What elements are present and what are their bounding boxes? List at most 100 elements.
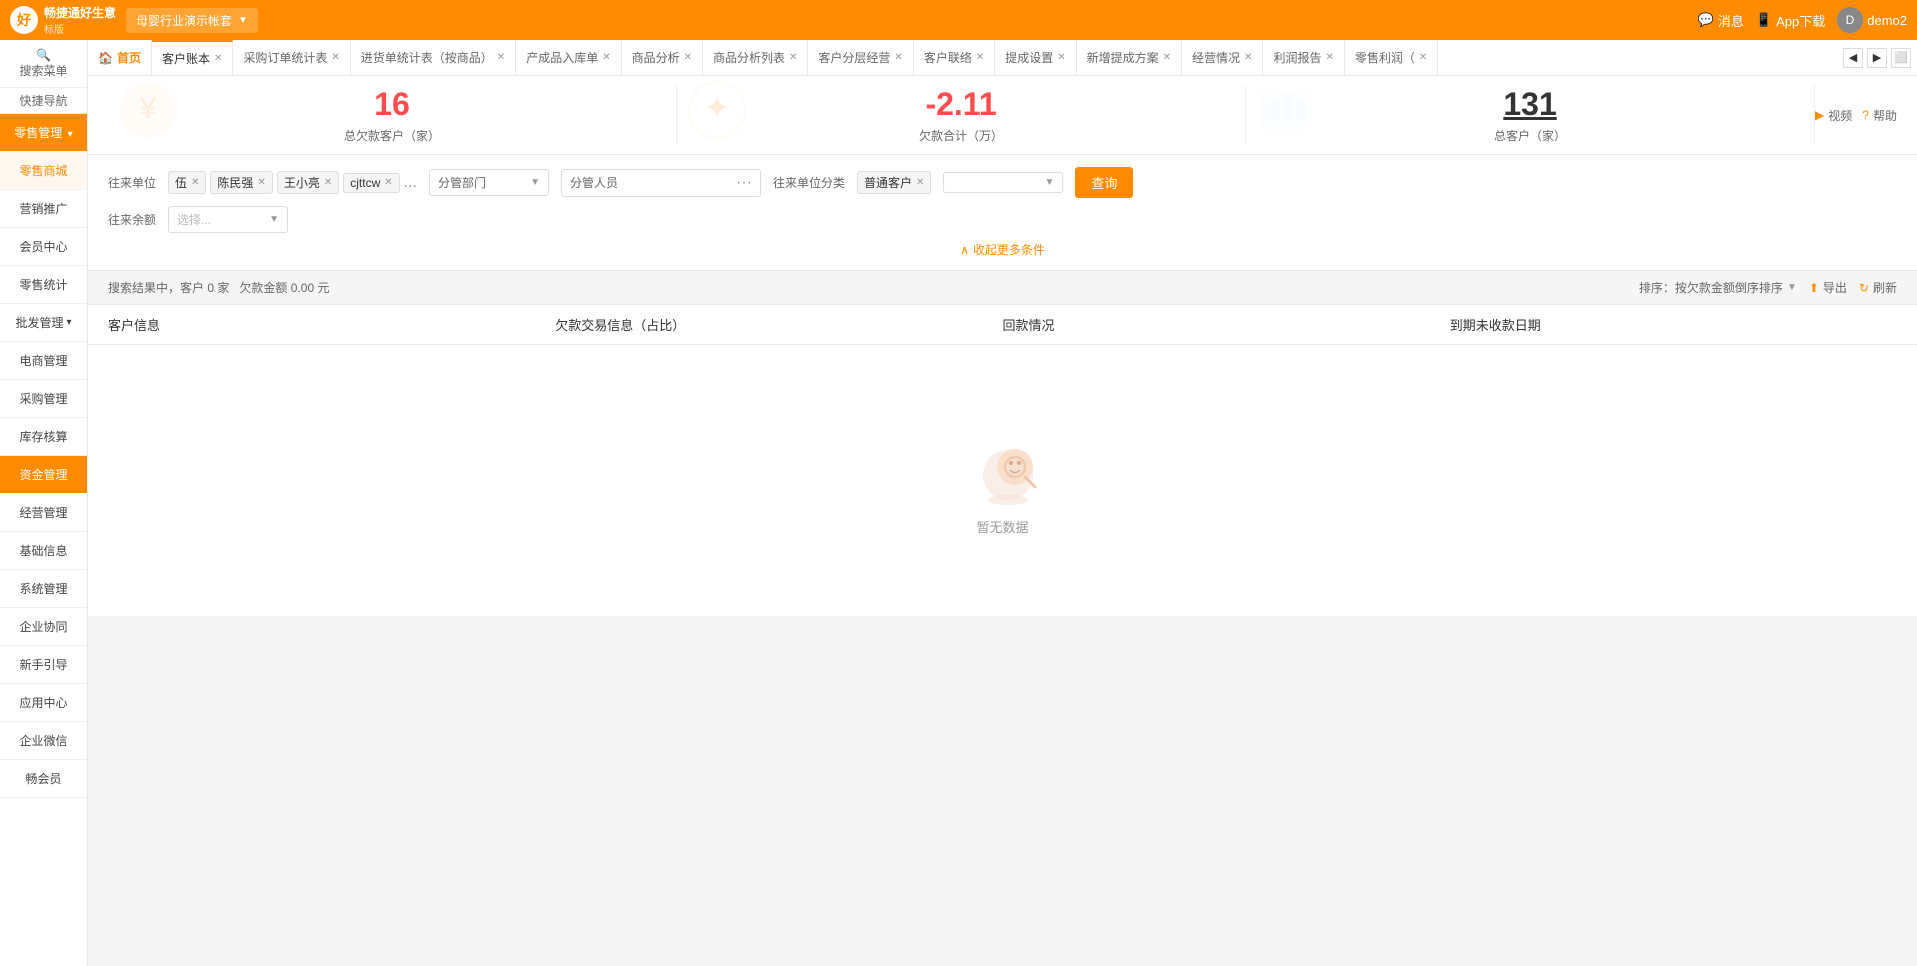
tab-close-customer-segment[interactable]: ✕: [894, 52, 902, 63]
tab-close-operations[interactable]: ✕: [1244, 52, 1252, 63]
top-bar: 好 畅捷通好生意 标版 母婴行业演示帐套 ▼ 💬 消息 📱 App下载: [0, 0, 1917, 40]
tab-maximize[interactable]: ⬜: [1891, 48, 1911, 68]
tab-scroll-right[interactable]: ▶: [1867, 48, 1887, 68]
chevron-down-icon: ▾: [68, 129, 73, 140]
sidebar-item-ecommerce[interactable]: 电商管理: [0, 342, 87, 380]
tab-close-production-stock[interactable]: ✕: [602, 52, 610, 63]
sort-select[interactable]: 排序：按欠款金额倒序排序 ▼: [1639, 279, 1797, 296]
result-actions: 排序：按欠款金额倒序排序 ▼ ⬆ 导出 ↻ 刷新: [1639, 279, 1897, 296]
total-customers-bg-icon: [1256, 80, 1316, 150]
sidebar-item-capital[interactable]: 资金管理: [0, 456, 87, 494]
sidebar-item-retail-management[interactable]: 零售管理 ▾: [0, 114, 87, 152]
debt-customers-value: 16: [374, 86, 410, 123]
sidebar-item-retail-mall[interactable]: 零售商城: [0, 152, 87, 190]
top-bar-actions: 💬 消息 📱 App下载 D demo2: [1698, 7, 1907, 33]
video-button[interactable]: ▶ 视频: [1815, 107, 1852, 124]
refresh-button[interactable]: ↻ 刷新: [1859, 279, 1897, 296]
export-button[interactable]: ⬆ 导出: [1809, 279, 1847, 296]
sidebar-search[interactable]: 🔍 搜索菜单: [0, 40, 87, 88]
sidebar-item-member-center[interactable]: 会员中心: [0, 228, 87, 266]
tab-close-purchase-order[interactable]: ✕: [331, 52, 339, 63]
query-button[interactable]: 查询: [1075, 167, 1133, 198]
remove-chen-tag[interactable]: ✕: [257, 177, 265, 188]
tab-close-customer-contact[interactable]: ✕: [976, 52, 984, 63]
tab-customer-contact[interactable]: 客户联络 ✕: [914, 40, 995, 76]
department-filter[interactable]: 分管部门 ▼: [429, 169, 549, 196]
account-selector[interactable]: 母婴行业演示帐套 ▼: [126, 8, 258, 33]
chevron-down-icon: ▼: [238, 15, 248, 26]
tab-close-commission[interactable]: ✕: [1057, 52, 1065, 63]
tab-close-goods-list[interactable]: ✕: [789, 52, 797, 63]
refresh-icon: ↻: [1859, 281, 1869, 295]
tab-goods-analysis[interactable]: 商品分析 ✕: [622, 40, 703, 76]
tab-customer-account[interactable]: 客户账本 ✕: [152, 40, 233, 76]
sidebar-item-marketing[interactable]: 营销推广: [0, 190, 87, 228]
unit-category-tags: 普通客户 ✕: [857, 171, 931, 194]
stat-debt-customers: ¥ 16 总欠款客户（家）: [108, 86, 677, 144]
filter-tag-wang: 王小亮 ✕: [277, 171, 339, 194]
tab-close-profit[interactable]: ✕: [1325, 52, 1333, 63]
tab-scroll-left[interactable]: ◀: [1843, 48, 1863, 68]
stat-debt-amount: ✦ -2.11 欠款合计（万）: [677, 86, 1246, 144]
result-info: 搜索结果中，客户 0 家 欠款金额 0.00 元: [108, 279, 330, 296]
sidebar-item-enterprise-wechat[interactable]: 企业微信: [0, 722, 87, 760]
table-wrapper: 客户信息 欠款交易信息（占比） 回款情况 到期未收款日期: [88, 305, 1917, 616]
app-subtitle: 标版: [44, 21, 116, 36]
user-profile[interactable]: D demo2: [1837, 7, 1907, 33]
sidebar-item-app-center[interactable]: 应用中心: [0, 684, 87, 722]
tab-commission-settings[interactable]: 提成设置 ✕: [995, 40, 1076, 76]
sidebar-item-operations[interactable]: 经营管理: [0, 494, 87, 532]
sidebar-item-enterprise-coop[interactable]: 企业协同: [0, 608, 87, 646]
filter-more-tags[interactable]: ...: [404, 174, 417, 192]
sidebar-item-system[interactable]: 系统管理: [0, 570, 87, 608]
col-header-customer-info: 客户信息: [108, 315, 555, 334]
filter-tag-wu: 伍 ✕: [168, 171, 206, 194]
remaining-label: 往来余额: [108, 211, 156, 228]
sidebar-item-vip[interactable]: 畅会员: [0, 760, 87, 798]
tab-close-purchase-stats[interactable]: ✕: [497, 52, 505, 63]
person-filter[interactable]: 分管人员 ···: [561, 169, 761, 197]
sidebar-quick-nav[interactable]: 快捷导航: [0, 88, 87, 114]
result-bar: 搜索结果中，客户 0 家 欠款金额 0.00 元 排序：按欠款金额倒序排序 ▼: [88, 271, 1917, 305]
sidebar-item-retail-stats[interactable]: 零售统计: [0, 266, 87, 304]
sidebar-item-inventory[interactable]: 库存核算: [0, 418, 87, 456]
total-customers-value[interactable]: 131: [1503, 86, 1556, 123]
tab-goods-list[interactable]: 商品分析列表 ✕: [703, 40, 808, 76]
remove-wu-tag[interactable]: ✕: [191, 177, 199, 188]
unit-category-dropdown[interactable]: ▼: [943, 172, 1063, 193]
remaining-filter[interactable]: 选择... ▼: [168, 206, 288, 233]
unit-filter-label: 往来单位: [108, 174, 156, 191]
tab-close-retail-profit[interactable]: ✕: [1419, 52, 1427, 63]
sidebar-item-wholesale[interactable]: 批发管理 ▾: [0, 304, 87, 342]
sidebar-item-basic-info[interactable]: 基础信息: [0, 532, 87, 570]
sidebar-item-purchase[interactable]: 采购管理: [0, 380, 87, 418]
person-filter-more[interactable]: ···: [736, 174, 752, 192]
remove-normal-customer-tag[interactable]: ✕: [916, 177, 924, 188]
remove-cj-tag[interactable]: ✕: [384, 177, 392, 188]
tab-operations[interactable]: 经营情况 ✕: [1182, 40, 1263, 76]
remove-wang-tag[interactable]: ✕: [324, 177, 332, 188]
tab-close-new-commission[interactable]: ✕: [1163, 52, 1171, 63]
tab-retail-profit[interactable]: 零售利润（ ✕: [1345, 40, 1438, 76]
tab-purchase-order[interactable]: 采购订单统计表 ✕: [233, 40, 350, 76]
tab-customer-segment[interactable]: 客户分层经营 ✕: [808, 40, 913, 76]
home-icon: 🏠: [98, 51, 113, 65]
collapse-button[interactable]: ∧ 收起更多条件: [108, 241, 1897, 258]
tab-close-customer-account[interactable]: ✕: [214, 53, 222, 64]
filter-tag-cj: cjttcw ✕: [343, 173, 399, 193]
col-header-payment: 回款情况: [1003, 315, 1450, 334]
tab-profit-report[interactable]: 利润报告 ✕: [1263, 40, 1344, 76]
messages-button[interactable]: 💬 消息: [1698, 11, 1744, 30]
filter-row-2: 往来余额 选择... ▼: [108, 206, 1897, 233]
app-download-button[interactable]: 📱 App下载: [1756, 11, 1825, 30]
tab-purchase-stats[interactable]: 进货单统计表（按商品） ✕: [351, 40, 516, 76]
help-button[interactable]: ? 帮助: [1862, 107, 1897, 124]
svg-text:¥: ¥: [139, 92, 157, 125]
chevron-down-icon: ▼: [1787, 282, 1797, 293]
tab-new-commission[interactable]: 新增提成方案 ✕: [1077, 40, 1182, 76]
tab-close-goods-analysis[interactable]: ✕: [684, 52, 692, 63]
tab-home[interactable]: 🏠 首页: [88, 40, 152, 76]
svg-text:D: D: [1846, 13, 1855, 27]
sidebar-item-new-guide[interactable]: 新手引导: [0, 646, 87, 684]
tab-production-stock[interactable]: 产成品入库单 ✕: [516, 40, 621, 76]
